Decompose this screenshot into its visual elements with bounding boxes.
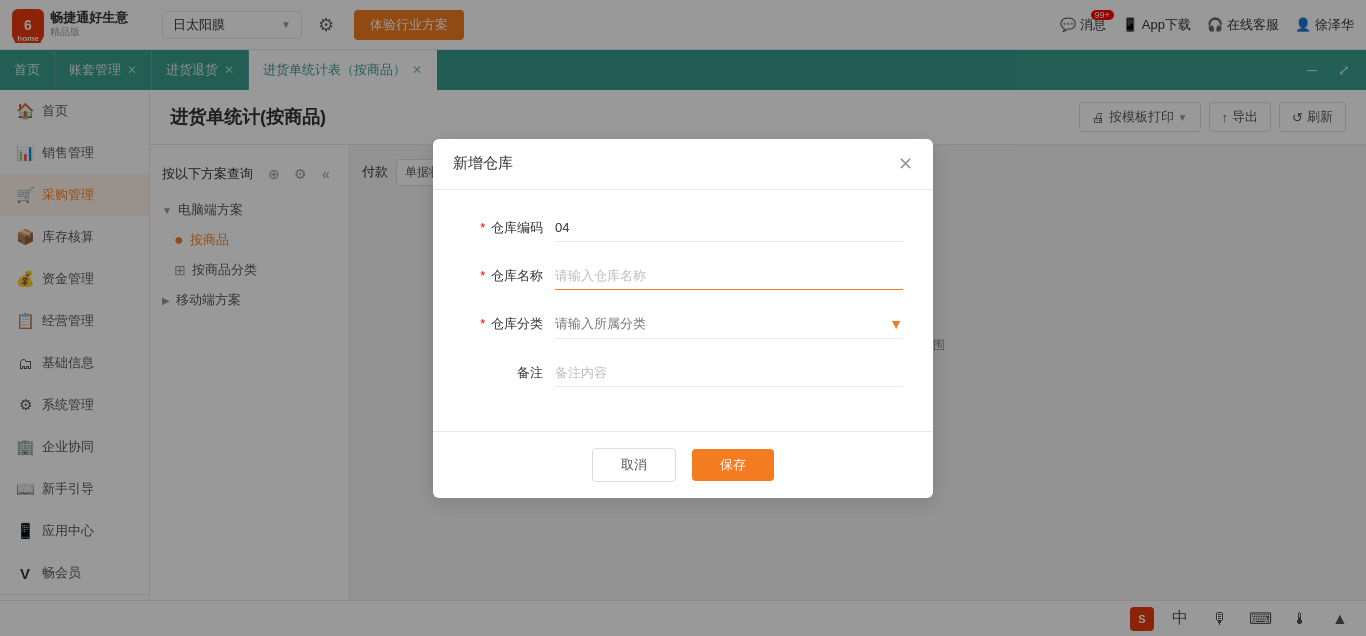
name-label: * 仓库名称: [463, 267, 543, 285]
modal-close-btn[interactable]: ✕: [898, 153, 913, 175]
modal-header: 新增仓库 ✕: [433, 139, 933, 190]
code-required: *: [480, 220, 485, 235]
form-row-code: * 仓库编码: [463, 214, 903, 242]
category-input[interactable]: [555, 316, 889, 331]
modal-title: 新增仓库: [453, 154, 513, 173]
category-required: *: [480, 316, 485, 331]
modal-dialog: 新增仓库 ✕ * 仓库编码 * 仓库名称: [433, 139, 933, 498]
form-row-name: * 仓库名称: [463, 262, 903, 290]
cancel-button[interactable]: 取消: [592, 448, 676, 482]
name-required: *: [480, 268, 485, 283]
category-select[interactable]: ▼: [555, 310, 903, 339]
save-button[interactable]: 保存: [692, 449, 774, 481]
name-input[interactable]: [555, 262, 903, 290]
remark-input[interactable]: [555, 359, 903, 387]
modal-overlay: 新增仓库 ✕ * 仓库编码 * 仓库名称: [0, 0, 1366, 636]
code-input[interactable]: [555, 214, 903, 242]
form-row-category: * 仓库分类 ▼: [463, 310, 903, 339]
remark-label: 备注: [463, 364, 543, 382]
modal-body: * 仓库编码 * 仓库名称 * 仓库分类: [433, 190, 933, 431]
form-row-remark: 备注: [463, 359, 903, 387]
modal-footer: 取消 保存: [433, 431, 933, 498]
category-arrow: ▼: [889, 316, 903, 332]
code-label: * 仓库编码: [463, 219, 543, 237]
category-label: * 仓库分类: [463, 315, 543, 333]
